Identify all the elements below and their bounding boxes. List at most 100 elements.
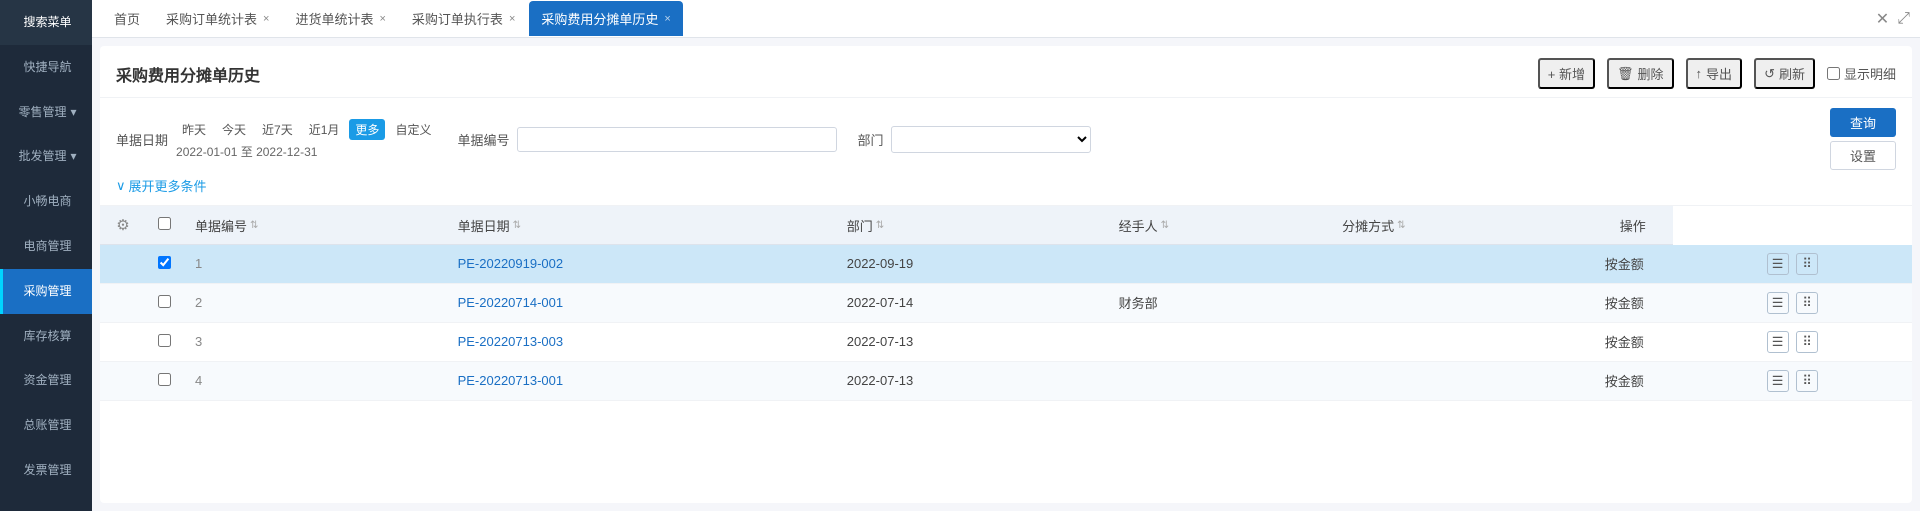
row-checkbox-1[interactable] — [158, 256, 171, 269]
date-btn-yesterday[interactable]: 昨天 — [176, 119, 212, 140]
date-btn-custom[interactable]: 自定义 — [389, 119, 437, 140]
sidebar-item-invoice[interactable]: 发票管理 — [0, 448, 92, 493]
tab-close-purchase-order-exec[interactable]: × — [509, 13, 515, 25]
order-no-link-2[interactable]: PE-20220714-001 — [446, 283, 835, 322]
sidebar: 搜索菜单 快捷导航 零售管理 ▾ 批发管理 ▾ 小畅电商 电商管理 采购管理 库… — [0, 0, 92, 511]
row-checkbox-4[interactable] — [158, 373, 171, 386]
table-row: 2 PE-20220714-001 2022-07-14 财务部 按金额 ☰ ⠿ — [100, 283, 1912, 322]
page-title: 采购费用分摊单历史 — [116, 62, 260, 86]
date-btn-1month[interactable]: 近1月 — [303, 119, 346, 140]
row-split-method-1: 按金额 — [1593, 245, 1673, 284]
sort-order-no[interactable]: 单据编号 ⇅ — [195, 216, 258, 235]
row-dept-4 — [1107, 361, 1331, 400]
tab-purchase-order-exec[interactable]: 采购订单执行表 × — [400, 1, 527, 36]
settings-button[interactable]: 设置 — [1830, 141, 1896, 170]
row-handler-4 — [1330, 361, 1593, 400]
date-buttons: 昨天 今天 近7天 近1月 更多 自定义 2022-01-01 至 2022-1… — [176, 119, 437, 160]
sort-icon: ⇅ — [250, 220, 258, 231]
sidebar-item-quick-nav[interactable]: 快捷导航 — [0, 45, 92, 90]
sidebar-item-inventory[interactable]: 库存核算 — [0, 314, 92, 359]
more-icon-3[interactable]: ⠿ — [1796, 331, 1818, 353]
row-date-2: 2022-07-14 — [835, 283, 1107, 322]
expand-more-btn[interactable]: ∨ 展开更多条件 — [116, 176, 1896, 195]
sidebar-item-search[interactable]: 搜索菜单 — [0, 0, 92, 45]
add-button[interactable]: + 新增 — [1538, 58, 1595, 89]
date-btn-today[interactable]: 今天 — [216, 119, 252, 140]
sort-handler[interactable]: 经手人 ⇅ — [1119, 216, 1169, 235]
view-icon-4[interactable]: ☰ — [1767, 370, 1789, 392]
date-btn-7days[interactable]: 近7天 — [256, 119, 299, 140]
tab-purchase-order-stat[interactable]: 采购订单统计表 × — [154, 1, 281, 36]
table-row: 4 PE-20220713-001 2022-07-13 按金额 ☰ ⠿ — [100, 361, 1912, 400]
tab-close-purchase-order-stat[interactable]: × — [263, 13, 269, 25]
order-no-link-3[interactable]: PE-20220713-003 — [446, 322, 835, 361]
row-checkbox-2[interactable] — [158, 295, 171, 308]
sidebar-item-finance[interactable]: 资金管理 — [0, 358, 92, 403]
row-handler-2 — [1330, 283, 1593, 322]
sort-date[interactable]: 单据日期 ⇅ — [458, 216, 521, 235]
view-icon-1[interactable]: ☰ — [1767, 253, 1789, 275]
dept-select[interactable] — [891, 126, 1091, 153]
sidebar-item-wholesale[interactable]: 批发管理 ▾ — [0, 134, 92, 179]
order-no-filter-group: 单据编号 — [457, 127, 837, 152]
row-date-1: 2022-09-19 — [835, 245, 1107, 284]
close-all-tabs-icon[interactable]: ✕ — [1876, 9, 1889, 29]
more-icon-4[interactable]: ⠿ — [1796, 370, 1818, 392]
sort-icon: ⇅ — [1161, 220, 1169, 231]
tab-goods-in-stat[interactable]: 进货单统计表 × — [283, 1, 397, 36]
maximize-icon[interactable]: ⤢ — [1897, 10, 1910, 28]
row-checkbox-3[interactable] — [158, 334, 171, 347]
sidebar-item-mini-shop[interactable]: 小畅电商 — [0, 179, 92, 224]
row-dept-3 — [1107, 322, 1331, 361]
table-header-row: ⚙ 单据编号 ⇅ 单据日期 — [100, 206, 1912, 245]
filter-row: 单据日期 昨天 今天 近7天 近1月 更多 自定义 2022-01-01 至 2… — [116, 108, 1896, 170]
row-handler-3 — [1330, 322, 1593, 361]
delete-button[interactable]: 🗑 删除 — [1607, 58, 1674, 89]
show-columns-checkbox[interactable] — [1827, 67, 1840, 80]
order-no-link-4[interactable]: PE-20220713-001 — [446, 361, 835, 400]
view-icon-3[interactable]: ☰ — [1767, 331, 1789, 353]
more-icon-2[interactable]: ⠿ — [1796, 292, 1818, 314]
refresh-button[interactable]: ↺ 刷新 — [1754, 58, 1815, 89]
header-actions: + 新增 🗑 删除 ↑ 导出 ↺ 刷新 显示明细 — [1538, 58, 1896, 89]
dept-filter-group: 部门 — [857, 126, 1091, 153]
col-split-method-header[interactable]: 分摊方式 ⇅ — [1330, 206, 1593, 245]
sidebar-item-purchase[interactable]: 采购管理 — [0, 269, 92, 314]
row-handler-1 — [1330, 245, 1593, 284]
export-button[interactable]: ↑ 导出 — [1686, 58, 1743, 89]
row-dept-2: 财务部 — [1107, 283, 1331, 322]
sidebar-item-ledger[interactable]: 总账管理 — [0, 403, 92, 448]
order-no-link-1[interactable]: PE-20220919-002 — [446, 245, 835, 284]
col-date-header[interactable]: 单据日期 ⇅ — [446, 206, 835, 245]
select-all-checkbox[interactable] — [158, 217, 171, 230]
col-dept-header[interactable]: 部门 ⇅ — [835, 206, 1107, 245]
tab-close-goods-in-stat[interactable]: × — [379, 13, 385, 25]
export-icon: ↑ — [1696, 66, 1703, 81]
date-filter-group: 单据日期 昨天 今天 近7天 近1月 更多 自定义 2022-01-01 至 2… — [116, 119, 437, 160]
date-range-display: 2022-01-01 至 2022-12-31 — [176, 143, 437, 160]
row-date-3: 2022-07-13 — [835, 322, 1107, 361]
order-no-input[interactable] — [517, 127, 837, 152]
chevron-down-icon: ▾ — [70, 148, 76, 165]
tab-bar: 首页 采购订单统计表 × 进货单统计表 × 采购订单执行表 × 采购费用分摊单历… — [92, 0, 1920, 38]
view-icon-2[interactable]: ☰ — [1767, 292, 1789, 314]
table-body: 1 PE-20220919-002 2022-09-19 按金额 ☰ ⠿ — [100, 245, 1912, 401]
col-settings-header: ⚙ — [100, 206, 146, 245]
sidebar-item-ecommerce[interactable]: 电商管理 — [0, 224, 92, 269]
tab-home[interactable]: 首页 — [102, 1, 152, 36]
order-no-label: 单据编号 — [457, 130, 509, 149]
tab-close-purchase-cost-history[interactable]: × — [664, 13, 670, 25]
col-ops-header: 操作 — [1593, 206, 1673, 245]
settings-gear-icon[interactable]: ⚙ — [112, 214, 134, 236]
date-btn-more[interactable]: 更多 — [349, 119, 385, 140]
col-order-no-header[interactable]: 单据编号 ⇅ — [183, 206, 446, 245]
page-container: 采购费用分摊单历史 + 新增 🗑 删除 ↑ 导出 ↺ 刷新 显示明细 — [100, 46, 1912, 503]
sort-dept[interactable]: 部门 ⇅ — [847, 216, 884, 235]
query-button[interactable]: 查询 — [1830, 108, 1896, 137]
sort-split-method[interactable]: 分摊方式 ⇅ — [1342, 216, 1405, 235]
tab-purchase-cost-history[interactable]: 采购费用分摊单历史 × — [529, 1, 682, 36]
sidebar-item-retail[interactable]: 零售管理 ▾ — [0, 90, 92, 135]
more-icon-1[interactable]: ⠿ — [1796, 253, 1818, 275]
col-handler-header[interactable]: 经手人 ⇅ — [1107, 206, 1331, 245]
show-columns-label[interactable]: 显示明细 — [1827, 64, 1896, 83]
